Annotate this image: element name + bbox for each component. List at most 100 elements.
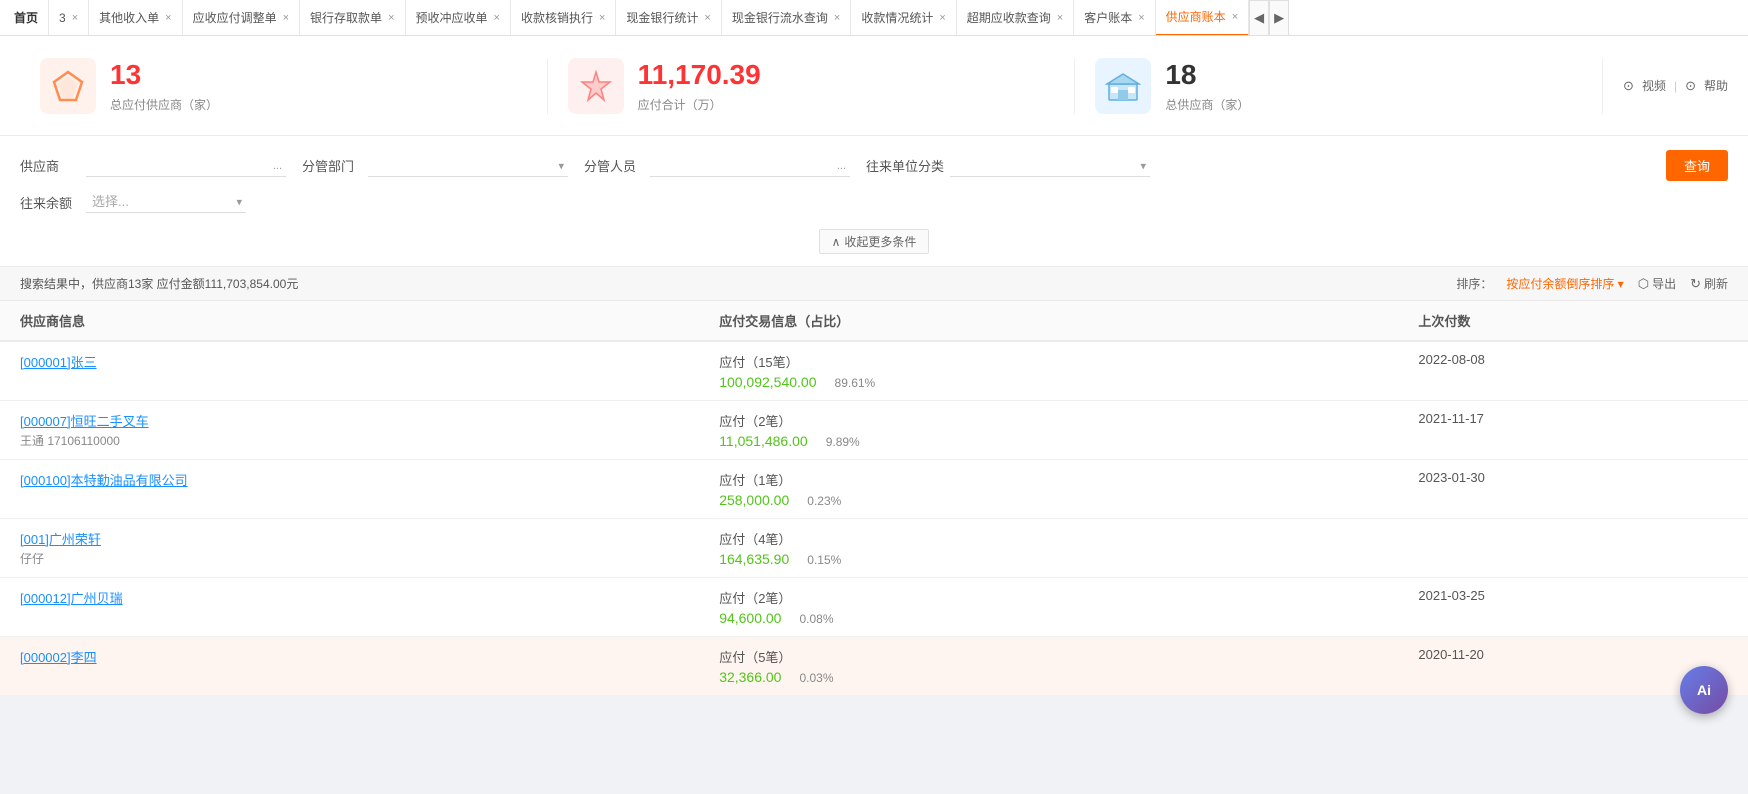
person-input-wrapper	[650, 155, 850, 177]
refresh-button[interactable]: ↻ 刷新	[1690, 275, 1728, 292]
export-button[interactable]: ⬡ 导出	[1638, 275, 1676, 292]
sort-value[interactable]: 按应付余额倒序排序 ▾	[1506, 275, 1623, 292]
export-icon: ⬡	[1638, 276, 1649, 292]
summary-card-total-suppliers: 18 总供应商（家）	[1075, 58, 1603, 114]
payable-total-number: 11,170.39	[638, 58, 1055, 92]
category-select-wrapper	[950, 155, 1150, 177]
department-filter-item: 分管部门	[302, 155, 568, 177]
tx-amount-row: 94,600.00 0.08%	[719, 610, 1378, 626]
supplier-filter-label: 供应商	[20, 156, 80, 175]
close-icon[interactable]: ×	[599, 12, 605, 24]
close-icon[interactable]: ×	[704, 12, 710, 24]
summary-bar: 13 总应付供应商（家） 11,170.39 应付合计（万） 18	[0, 36, 1748, 136]
tab-3-label: 3	[59, 11, 66, 25]
table-row: [000100]本特勤油品有限公司应付（1笔）258,000.000.23%20…	[0, 460, 1748, 519]
close-icon[interactable]: ×	[1138, 12, 1144, 24]
total-suppliers-info: 18 总供应商（家）	[1165, 58, 1582, 113]
video-link[interactable]: 视频	[1642, 77, 1666, 94]
nav-right-arrow[interactable]: ▶	[1269, 0, 1289, 36]
summary-card-payable-total: 11,170.39 应付合计（万）	[548, 58, 1076, 114]
tx-info-cell: 应付（4笔） 164,635.900.15%	[699, 519, 1398, 578]
nav-tab-other-income[interactable]: 其他收入单 ×	[89, 0, 182, 36]
collapse-btn-label: 收起更多条件	[844, 233, 916, 250]
tx-info-cell: 应付（2笔）11,051,486.009.89%	[699, 401, 1398, 460]
nav-left-arrow[interactable]: ◀	[1249, 0, 1269, 36]
nav-tab-cash-bank-stat[interactable]: 现金银行统计 ×	[616, 0, 721, 36]
person-input[interactable]	[650, 155, 850, 177]
payable-suppliers-info: 13 总应付供应商（家）	[110, 58, 527, 113]
nav-tab-collection-stat[interactable]: 收款情况统计 ×	[851, 0, 956, 36]
supplier-ledger-label: 供应商账本	[1166, 8, 1226, 25]
result-actions: 排序： 按应付余额倒序排序 ▾ ⬡ 导出 ↻ 刷新	[1456, 275, 1728, 292]
nav-tab-cash-flow-query[interactable]: 现金银行流水查询 ×	[722, 0, 851, 36]
cash-bank-stat-label: 现金银行统计	[626, 9, 698, 26]
close-icon[interactable]: ×	[494, 12, 500, 24]
total-suppliers-label: 总供应商（家）	[1165, 96, 1582, 113]
nav-tab-ar-ap-adjust[interactable]: 应收应付调整单 ×	[183, 0, 300, 36]
supplier-link[interactable]: [000002]李四	[20, 650, 97, 665]
tx-type-label: 应付（4笔）	[719, 529, 1378, 548]
query-button[interactable]: 查询	[1666, 150, 1728, 181]
refresh-label: 刷新	[1704, 275, 1728, 292]
close-icon[interactable]: ×	[388, 12, 394, 24]
supplier-info-cell: [000100]本特勤油品有限公司	[0, 460, 699, 519]
overdue-ar-label: 超期应收款查询	[967, 9, 1051, 26]
nav-tab-advance-ar[interactable]: 预收冲应收单 ×	[406, 0, 511, 36]
person-filter-label: 分管人员	[584, 156, 644, 175]
supplier-filter-item: 供应商	[20, 155, 286, 177]
supplier-link[interactable]: [000012]广州贝瑞	[20, 591, 123, 606]
category-select[interactable]	[950, 155, 1150, 177]
table-row: [000007]恒旺二手叉车王通 17106110000 应付（2笔）11,051…	[0, 401, 1748, 460]
last-pay-cell: 2022-08-08	[1398, 341, 1748, 401]
supplier-sub-info: 王通 17106110000	[20, 432, 679, 449]
sort-label: 排序：	[1456, 275, 1492, 292]
star-icon	[568, 58, 624, 114]
close-icon[interactable]: ×	[1232, 11, 1238, 23]
last-pay-cell: 2023-01-30	[1398, 460, 1748, 519]
nav-tab-supplier-ledger[interactable]: 供应商账本 ×	[1156, 0, 1249, 36]
help-link[interactable]: 帮助	[1704, 77, 1728, 94]
close-icon[interactable]: ×	[283, 12, 289, 24]
tx-type-label: 应付（5笔）	[719, 647, 1378, 666]
tx-amount-row: 164,635.900.15%	[719, 551, 1378, 567]
department-select-wrapper	[368, 155, 568, 177]
supplier-info-cell: [000002]李四	[0, 637, 699, 696]
table-row: [000002]李四应付（5笔）32,366.000.03%2020-11-20	[0, 637, 1748, 696]
collapse-button[interactable]: ∧ 收起更多条件	[819, 229, 930, 254]
other-income-label: 其他收入单	[99, 9, 159, 26]
close-icon[interactable]: ×	[939, 12, 945, 24]
nav-tab-bank-deposit[interactable]: 银行存取款单 ×	[300, 0, 405, 36]
last-pay-cell	[1398, 519, 1748, 578]
department-select[interactable]	[368, 155, 568, 177]
divider: |	[1674, 79, 1677, 93]
ai-button[interactable]: Ai	[1680, 666, 1728, 714]
nav-tab-payment-verify[interactable]: 收款核销执行 ×	[511, 0, 616, 36]
close-icon[interactable]: ×	[165, 12, 171, 24]
nav-tab-customer-ledger[interactable]: 客户账本 ×	[1074, 0, 1155, 36]
tx-amount: 94,600.00	[719, 610, 781, 626]
col-tx-info: 应付交易信息（占比）	[699, 301, 1398, 341]
supplier-link[interactable]: [000100]本特勤油品有限公司	[20, 473, 188, 488]
close-icon[interactable]: ×	[1057, 12, 1063, 24]
nav-tab-home[interactable]: 首页	[4, 0, 49, 36]
supplier-link[interactable]: [001]广州荣轩	[20, 532, 101, 547]
nav-tab-overdue-ar[interactable]: 超期应收款查询 ×	[957, 0, 1074, 36]
supplier-input[interactable]	[86, 155, 286, 177]
last-pay-cell: 2021-03-25	[1398, 578, 1748, 637]
nav-bar: 首页 3 × 其他收入单 × 应收应付调整单 × 银行存取款单 × 预收冲应收单…	[0, 0, 1748, 36]
tx-percent: 0.08%	[799, 612, 833, 626]
supplier-link[interactable]: [000007]恒旺二手叉车	[20, 414, 149, 429]
balance-select[interactable]: 选择...	[86, 191, 246, 213]
nav-tab-3[interactable]: 3 ×	[49, 0, 89, 36]
close-icon[interactable]: ×	[72, 12, 78, 24]
payable-suppliers-number: 13	[110, 58, 527, 92]
total-suppliers-number: 18	[1165, 58, 1582, 92]
supplier-link[interactable]: [000001]张三	[20, 355, 97, 370]
close-icon[interactable]: ×	[834, 12, 840, 24]
tx-percent: 0.03%	[799, 671, 833, 685]
filter-row-2: 往来余额 选择...	[20, 191, 1728, 213]
summary-card-payable-suppliers: 13 总应付供应商（家）	[20, 58, 548, 114]
refresh-icon: ↻	[1690, 276, 1701, 292]
cash-flow-query-label: 现金银行流水查询	[732, 9, 828, 26]
tx-amount: 164,635.90	[719, 551, 789, 567]
